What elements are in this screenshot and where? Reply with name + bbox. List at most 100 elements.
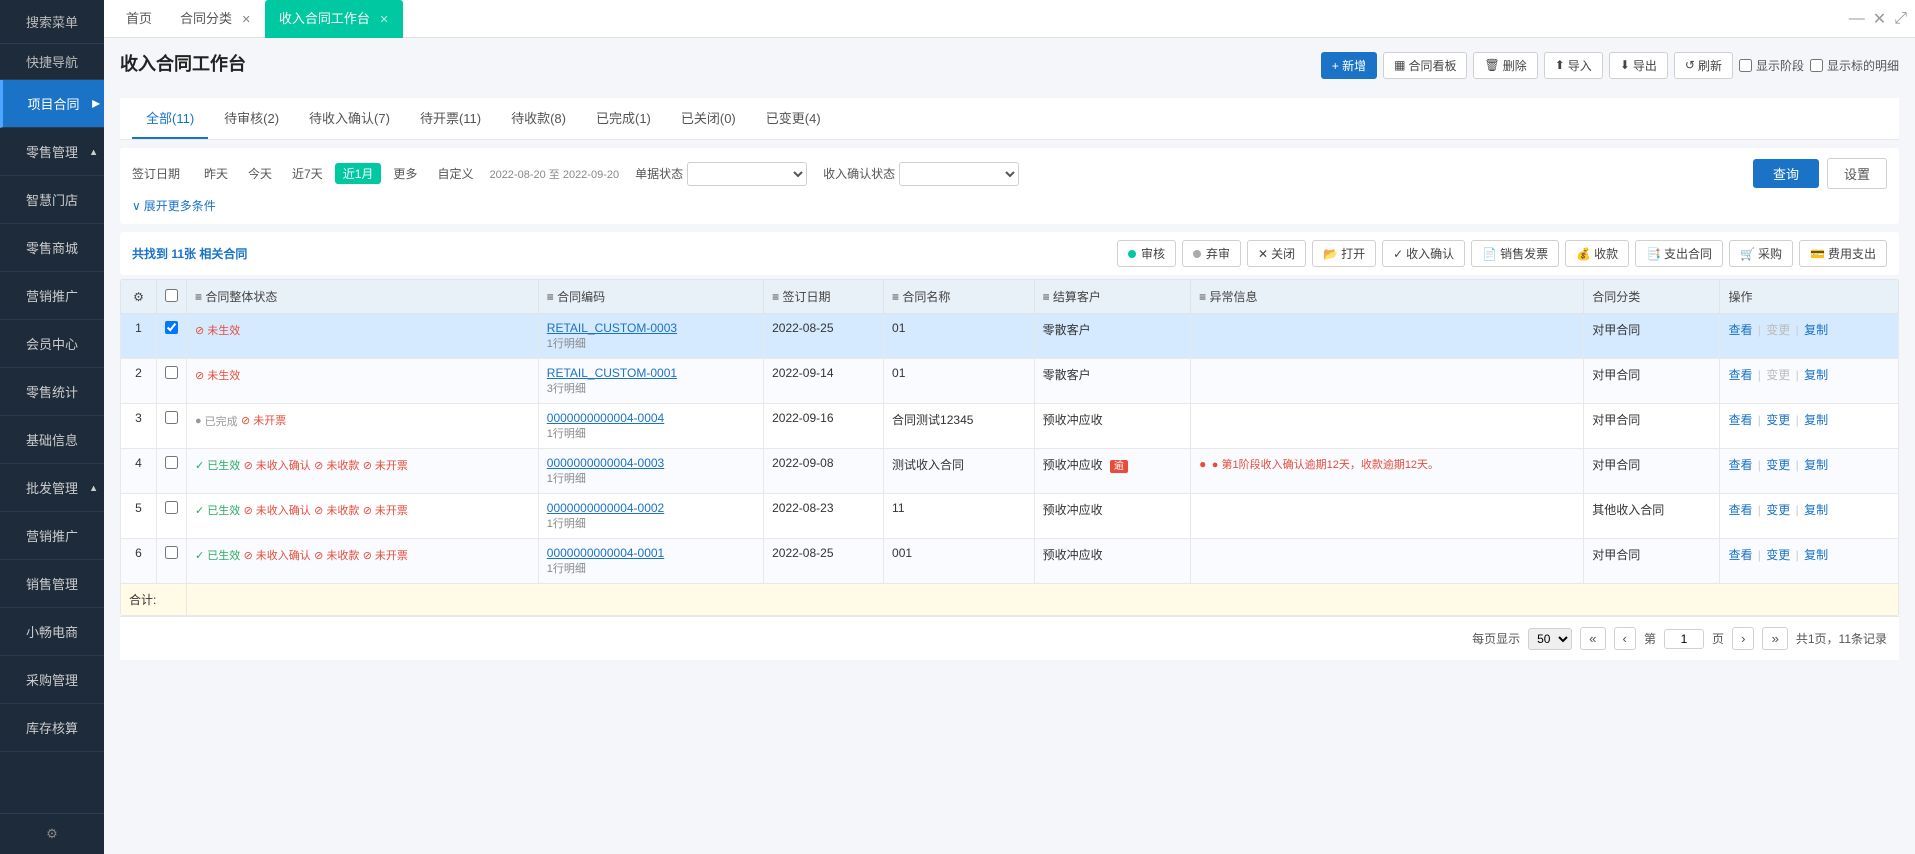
date-btn-1month[interactable]: 近1月 — [335, 163, 382, 184]
first-page-btn[interactable]: « — [1580, 627, 1605, 650]
row-checkbox[interactable] — [165, 366, 178, 379]
select-all-checkbox[interactable] — [165, 289, 178, 302]
show-details-checkbox[interactable]: 显示标的明细 — [1810, 57, 1899, 74]
next-page-btn[interactable]: › — [1732, 627, 1754, 650]
view-link[interactable]: 查看 — [1728, 548, 1752, 562]
tab-income-workbench[interactable]: 收入合同工作台 ✕ — [265, 0, 403, 38]
view-link[interactable]: 查看 — [1728, 323, 1752, 337]
sidebar-item-inventory[interactable]: 库存核算 — [0, 704, 104, 752]
contract-link[interactable]: RETAIL_CUSTOM-0001 — [547, 366, 755, 380]
sidebar-item-retail-shop[interactable]: 零售商城 — [0, 224, 104, 272]
sidebar-item-marketing2[interactable]: 营销推广 — [0, 512, 104, 560]
sales-invoice-button[interactable]: 📄 销售发票 — [1471, 240, 1559, 267]
row-checkbox-cell[interactable] — [157, 494, 187, 539]
close-contract-button[interactable]: ✕ 关闭 — [1247, 240, 1306, 267]
view-link[interactable]: 查看 — [1728, 503, 1752, 517]
sidebar-item-ecommerce[interactable]: 小畅电商 — [0, 608, 104, 656]
abandon-button[interactable]: 弃审 — [1182, 240, 1241, 267]
show-fields-checkbox[interactable]: 显示阶段 — [1739, 57, 1804, 74]
contract-link[interactable]: 0000000000004-0003 — [547, 456, 755, 470]
tab-contract-category[interactable]: 合同分类 ✕ — [166, 0, 265, 38]
change-link[interactable]: 变更 — [1766, 413, 1790, 427]
date-btn-more[interactable]: 更多 — [385, 163, 425, 184]
open-button[interactable]: 📂 打开 — [1312, 240, 1376, 267]
page-input[interactable] — [1664, 629, 1704, 649]
date-btn-7days[interactable]: 近7天 — [284, 163, 331, 184]
filter-tab-pending-payment[interactable]: 待收款(8) — [497, 98, 580, 139]
change-link[interactable]: 变更 — [1766, 503, 1790, 517]
sidebar-item-retail-stat[interactable]: 零售统计 — [0, 368, 104, 416]
window-minimize-icon[interactable]: — — [1849, 10, 1865, 28]
pay-out-button[interactable]: 📑 支出合同 — [1635, 240, 1723, 267]
row-checkbox[interactable] — [165, 456, 178, 469]
set-button[interactable]: 设置 — [1827, 158, 1887, 189]
sidebar-item-sales-mgmt[interactable]: 销售管理 — [0, 560, 104, 608]
change-link[interactable]: 变更 — [1766, 548, 1790, 562]
row-checkbox[interactable] — [165, 546, 178, 559]
contract-link[interactable]: 0000000000004-0002 — [547, 501, 755, 515]
expand-conditions-btn[interactable]: ∨ 展开更多条件 — [132, 197, 1887, 214]
date-btn-custom[interactable]: 自定义 — [429, 163, 481, 184]
view-link[interactable]: 查看 — [1728, 413, 1752, 427]
delete-button[interactable]: 🗑 删除 — [1473, 52, 1537, 79]
filter-tab-pending-confirm[interactable]: 待收入确认(7) — [295, 98, 404, 139]
tab-close-income-workbench[interactable]: ✕ — [380, 14, 389, 26]
row-checkbox-cell[interactable] — [157, 404, 187, 449]
income-confirm-select[interactable] — [899, 162, 1019, 186]
refresh-button[interactable]: ↺ 刷新 — [1674, 52, 1733, 79]
contract-link[interactable]: 0000000000004-0004 — [547, 411, 755, 425]
tab-home[interactable]: 首页 — [112, 0, 166, 38]
kanban-button[interactable]: ▦ 合同看板 — [1383, 52, 1467, 79]
change-link[interactable]: 变更 — [1766, 368, 1790, 382]
sidebar-settings[interactable]: ⚙ — [0, 813, 104, 854]
copy-link[interactable]: 复制 — [1804, 548, 1828, 562]
sidebar-item-base-info[interactable]: 基础信息 — [0, 416, 104, 464]
filter-tab-completed[interactable]: 已完成(1) — [582, 98, 665, 139]
filter-tab-changed[interactable]: 已变更(4) — [752, 98, 835, 139]
sidebar-item-marketing[interactable]: 营销推广 — [0, 272, 104, 320]
sidebar-item-purchase[interactable]: 采购管理 — [0, 656, 104, 704]
change-link[interactable]: 变更 — [1766, 458, 1790, 472]
contract-link[interactable]: 0000000000004-0001 — [547, 546, 755, 560]
sidebar-nav[interactable]: 快捷导航 — [0, 44, 104, 80]
date-btn-today[interactable]: 今天 — [240, 163, 280, 184]
copy-link[interactable]: 复制 — [1804, 323, 1828, 337]
view-link[interactable]: 查看 — [1728, 368, 1752, 382]
view-link[interactable]: 查看 — [1728, 458, 1752, 472]
last-page-btn[interactable]: » — [1762, 627, 1787, 650]
payment-button[interactable]: 💰 收款 — [1565, 240, 1629, 267]
prev-page-btn[interactable]: ‹ — [1614, 627, 1636, 650]
sidebar-search[interactable]: 搜索菜单 — [0, 0, 104, 44]
window-expand-icon[interactable]: ⤢ — [1894, 10, 1907, 28]
add-button[interactable]: + 新增 — [1321, 52, 1377, 79]
per-page-select[interactable]: 50 — [1528, 628, 1572, 650]
row-checkbox[interactable] — [165, 411, 178, 424]
copy-link[interactable]: 复制 — [1804, 368, 1828, 382]
audit-button[interactable]: 审核 — [1117, 240, 1176, 267]
expense-button[interactable]: 💳 费用支出 — [1799, 240, 1887, 267]
th-checkbox[interactable] — [157, 280, 187, 314]
row-checkbox-cell[interactable] — [157, 359, 187, 404]
row-checkbox[interactable] — [165, 321, 178, 334]
change-link[interactable]: 变更 — [1766, 323, 1790, 337]
income-confirm-button[interactable]: ✓ 收入确认 — [1382, 240, 1465, 267]
sidebar-item-project[interactable]: 项目合同 ▶ — [0, 80, 104, 128]
th-settings[interactable]: ⚙ — [121, 280, 157, 314]
copy-link[interactable]: 复制 — [1804, 458, 1828, 472]
copy-link[interactable]: 复制 — [1804, 503, 1828, 517]
row-checkbox[interactable] — [165, 501, 178, 514]
tab-close-contract-category[interactable]: ✕ — [242, 14, 251, 26]
filter-tab-pending-invoice[interactable]: 待开票(11) — [406, 98, 495, 139]
filter-tab-all[interactable]: 全部(11) — [132, 98, 208, 139]
row-checkbox-cell[interactable] — [157, 449, 187, 494]
filter-tab-closed[interactable]: 已关闭(0) — [667, 98, 750, 139]
window-close-icon[interactable]: ✕ — [1873, 9, 1886, 29]
sidebar-item-smart-store[interactable]: 智慧门店 — [0, 176, 104, 224]
sidebar-item-wholesale-mgmt[interactable]: 批发管理 ▲ — [0, 464, 104, 512]
sidebar-item-member[interactable]: 会员中心 — [0, 320, 104, 368]
sidebar-item-retail-mgmt[interactable]: 零售管理 ▲ — [0, 128, 104, 176]
purchase-button[interactable]: 🛒 采购 — [1729, 240, 1793, 267]
filter-tab-pending-review[interactable]: 待审核(2) — [210, 98, 293, 139]
contract-link[interactable]: RETAIL_CUSTOM-0003 — [547, 321, 755, 335]
doc-status-select[interactable] — [687, 162, 807, 186]
